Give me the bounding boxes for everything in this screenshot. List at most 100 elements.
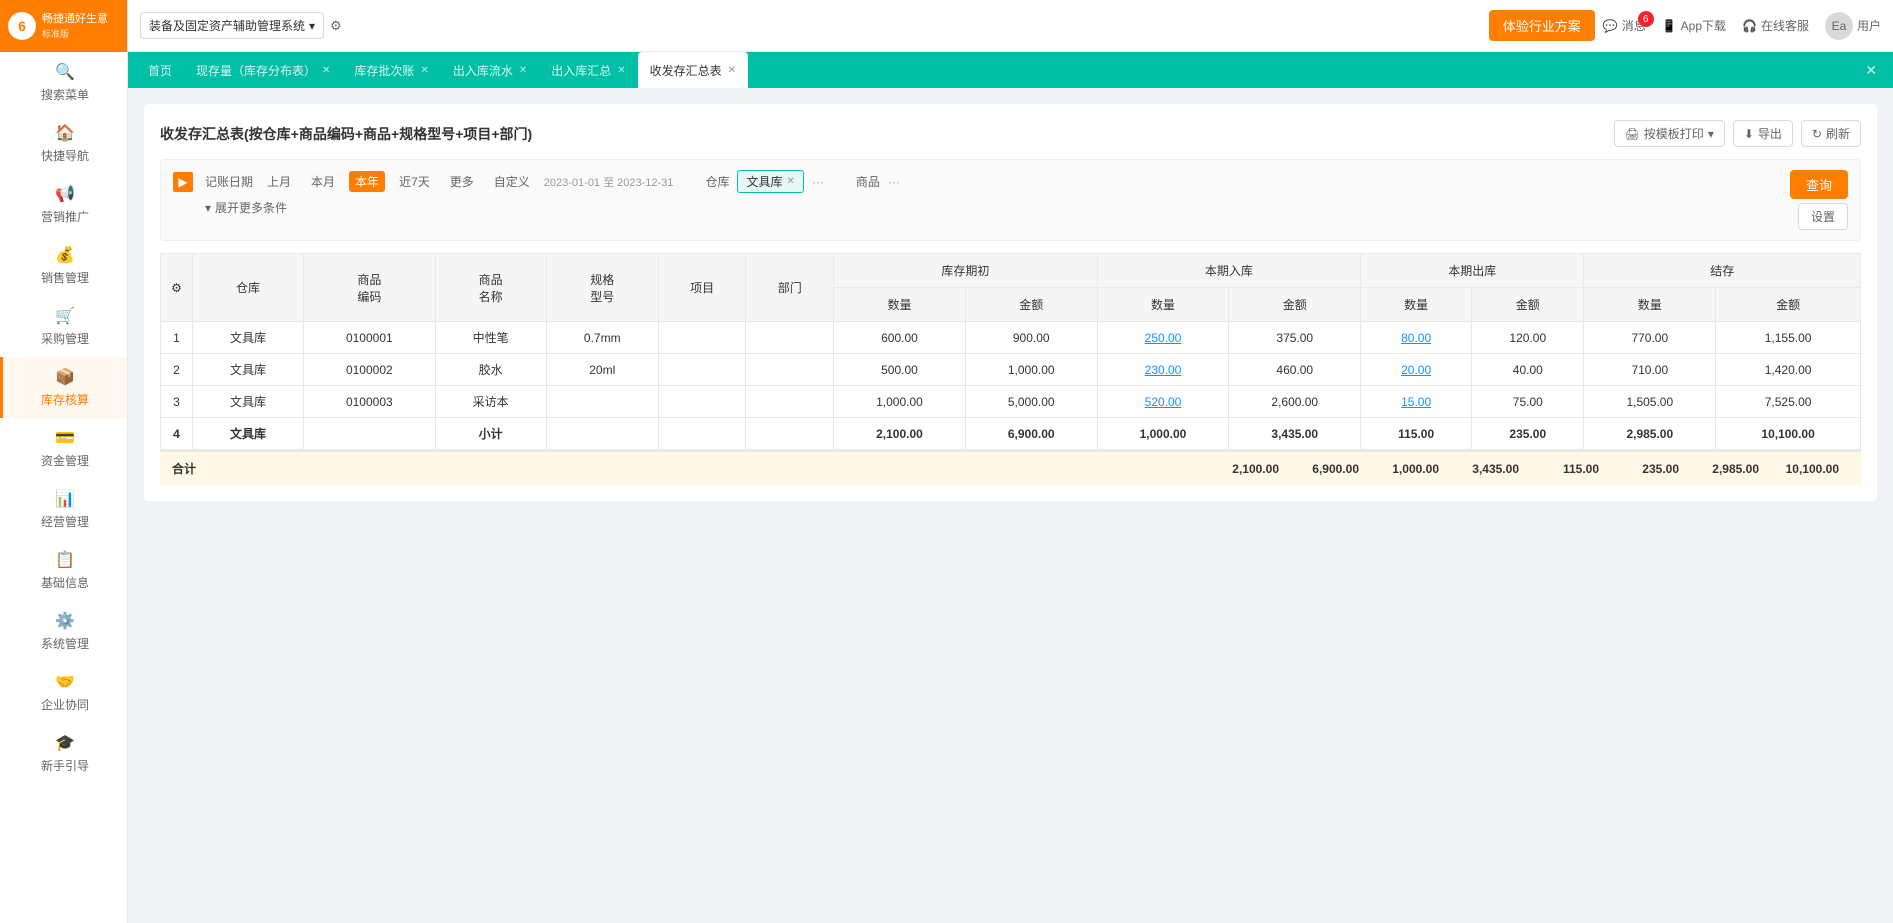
sidebar-item-quick-nav[interactable]: 🏠 快捷导航	[0, 113, 127, 174]
row-in-amt: 2,600.00	[1229, 386, 1361, 418]
tab-close-recv-send-summary[interactable]: ✕	[728, 65, 736, 76]
sidebar-item-cooperation[interactable]: 🤝 企业协同	[0, 662, 127, 723]
warehouse-label: 仓库	[705, 173, 729, 190]
th-opening-amt: 金额	[965, 288, 1097, 322]
user-action[interactable]: Ea 用户	[1825, 12, 1881, 40]
row-out-amt: 40.00	[1472, 354, 1584, 386]
row-goods-spec: 20ml	[546, 354, 658, 386]
row-project	[658, 354, 746, 386]
sidebar-item-sales[interactable]: 💰 销售管理	[0, 235, 127, 296]
row-in-qty[interactable]: 250.00	[1097, 322, 1229, 354]
warehouse-tag-close[interactable]: ✕	[786, 176, 794, 187]
tab-inout-flow[interactable]: 出入库流水✕	[441, 52, 539, 88]
th-goods-spec: 规格型号	[546, 254, 658, 322]
sidebar-item-finance[interactable]: 💳 资金管理	[0, 418, 127, 479]
row-opening-qty: 500.00	[834, 354, 966, 386]
row-in-qty[interactable]: 230.00	[1097, 354, 1229, 386]
sidebar-item-system[interactable]: ⚙️ 系统管理	[0, 601, 127, 662]
row-out-amt: 75.00	[1472, 386, 1584, 418]
chevron-down-icon: ▾	[205, 201, 211, 215]
message-action[interactable]: 💬 消息 6	[1603, 17, 1646, 34]
refresh-label: 刷新	[1826, 125, 1850, 142]
sidebar-icon-basic-info: 📋	[55, 550, 75, 570]
filter-row-date: 记账日期 上月 本月 本年 近7天 更多 自定义 2023-01-01 至 20…	[205, 170, 1778, 193]
row-in-amt: 460.00	[1229, 354, 1361, 386]
th-out-amt: 金额	[1472, 288, 1584, 322]
row-in-amt: 3,435.00	[1229, 418, 1361, 450]
th-closing-qty: 数量	[1584, 288, 1716, 322]
goods-more[interactable]: ···	[888, 175, 900, 189]
sidebar-item-purchase[interactable]: 🛒 采购管理	[0, 296, 127, 357]
th-settings: ⚙	[161, 254, 193, 322]
tab-close-batch-account[interactable]: ✕	[420, 65, 428, 76]
tab-batch-account[interactable]: 库存批次账 ✕	[342, 52, 440, 88]
sidebar-item-marketing[interactable]: 📢 营销推广	[0, 174, 127, 235]
sidebar-item-search[interactable]: 🔍 搜索菜单	[0, 52, 127, 113]
date-btn-more[interactable]: 更多	[444, 171, 480, 192]
row-out-qty[interactable]: 15.00	[1361, 386, 1472, 418]
tab-close-inout-flow[interactable]: ✕	[519, 65, 527, 76]
filter-toggle[interactable]: ▶	[173, 172, 193, 192]
export-button[interactable]: ⬇ 导出	[1733, 120, 1793, 147]
th-goods-code: 商品编码	[303, 254, 435, 322]
print-button[interactable]: 🖨 按模板打印 ▾	[1614, 120, 1725, 147]
sidebar-item-operations[interactable]: 📊 经营管理	[0, 479, 127, 540]
app-download-action[interactable]: 📱 App下载	[1662, 17, 1726, 34]
chevron-down-icon: ▾	[1708, 127, 1714, 141]
tab-inout-summary[interactable]: 出入库汇总✕	[539, 52, 637, 88]
row-department	[746, 386, 834, 418]
sidebar-item-basic-info[interactable]: 📋 基础信息	[0, 540, 127, 601]
refresh-icon: ↻	[1812, 127, 1822, 141]
sidebar-label-operations: 经营管理	[41, 513, 89, 530]
tab-label-batch-account: 库存批次账	[354, 62, 414, 79]
row-in-qty[interactable]: 520.00	[1097, 386, 1229, 418]
page-header: 收发存汇总表(按仓库+商品编码+商品+规格型号+项目+部门) 🖨 按模板打印 ▾…	[160, 120, 1861, 147]
row-out-qty[interactable]: 20.00	[1361, 354, 1472, 386]
row-opening-amt: 900.00	[965, 322, 1097, 354]
headset-icon: 🎧	[1742, 19, 1757, 33]
sidebar-item-guide[interactable]: 🎓 新手引导	[0, 723, 127, 784]
settings-icon[interactable]: ⚙	[330, 18, 342, 34]
row-opening-qty: 1,000.00	[834, 386, 966, 418]
row-goods-spec: 0.7mm	[546, 322, 658, 354]
th-project: 项目	[658, 254, 746, 322]
date-btn-last-month[interactable]: 上月	[261, 171, 297, 192]
tab-recv-send-summary[interactable]: 收发存汇总表✕	[638, 52, 748, 88]
expand-conditions-btn[interactable]: ▾ 展开更多条件	[205, 199, 1778, 216]
footer-opening-qty: 2,100.00	[1209, 462, 1289, 476]
tab-home[interactable]: 首页	[136, 52, 184, 88]
date-btn-this-month[interactable]: 本月	[305, 171, 341, 192]
system-selector[interactable]: 装备及固定资产辅助管理系统 ▾	[140, 12, 324, 39]
row-closing-amt: 1,155.00	[1716, 322, 1861, 354]
row-project	[658, 386, 746, 418]
content-card: 收发存汇总表(按仓库+商品编码+商品+规格型号+项目+部门) 🖨 按模板打印 ▾…	[144, 104, 1877, 501]
footer-label: 合计	[172, 460, 672, 477]
trial-button[interactable]: 体验行业方案	[1489, 10, 1595, 41]
row-out-qty[interactable]: 80.00	[1361, 322, 1472, 354]
expand-label: 展开更多条件	[215, 199, 287, 216]
online-service-action[interactable]: 🎧 在线客服	[1742, 17, 1809, 34]
sidebar-icon-inventory: 📦	[55, 367, 75, 387]
tab-inventory-dist[interactable]: 现存量（库存分布表）✕	[184, 52, 342, 88]
row-in-qty: 1,000.00	[1097, 418, 1229, 450]
date-btn-this-year[interactable]: 本年	[349, 171, 385, 192]
settings-button[interactable]: 设置	[1798, 203, 1848, 230]
message-icon: 💬	[1603, 19, 1618, 33]
sidebar: 6 畅捷通好生意 标准版 🔍 搜索菜单 🏠 快捷导航 📢 营销推广 💰 销售管理…	[0, 0, 128, 923]
row-department	[746, 354, 834, 386]
print-icon: 🖨	[1625, 127, 1640, 141]
tab-close-inventory-dist[interactable]: ✕	[322, 65, 330, 76]
date-btn-custom[interactable]: 自定义	[488, 171, 536, 192]
warehouse-more[interactable]: ···	[812, 175, 824, 189]
app-download-label: App下载	[1681, 17, 1726, 34]
sidebar-label-quick-nav: 快捷导航	[41, 147, 89, 164]
date-btn-7days[interactable]: 近7天	[393, 171, 436, 192]
refresh-button[interactable]: ↻ 刷新	[1801, 120, 1861, 147]
row-index: 3	[161, 386, 193, 418]
close-all-tabs[interactable]: ✕	[1857, 58, 1885, 83]
sidebar-item-inventory[interactable]: 📦 库存核算	[0, 357, 127, 418]
row-index: 4	[161, 418, 193, 450]
tab-close-inout-summary[interactable]: ✕	[617, 65, 625, 76]
query-button[interactable]: 查询	[1790, 170, 1848, 199]
sidebar-icon-system: ⚙️	[55, 611, 75, 631]
